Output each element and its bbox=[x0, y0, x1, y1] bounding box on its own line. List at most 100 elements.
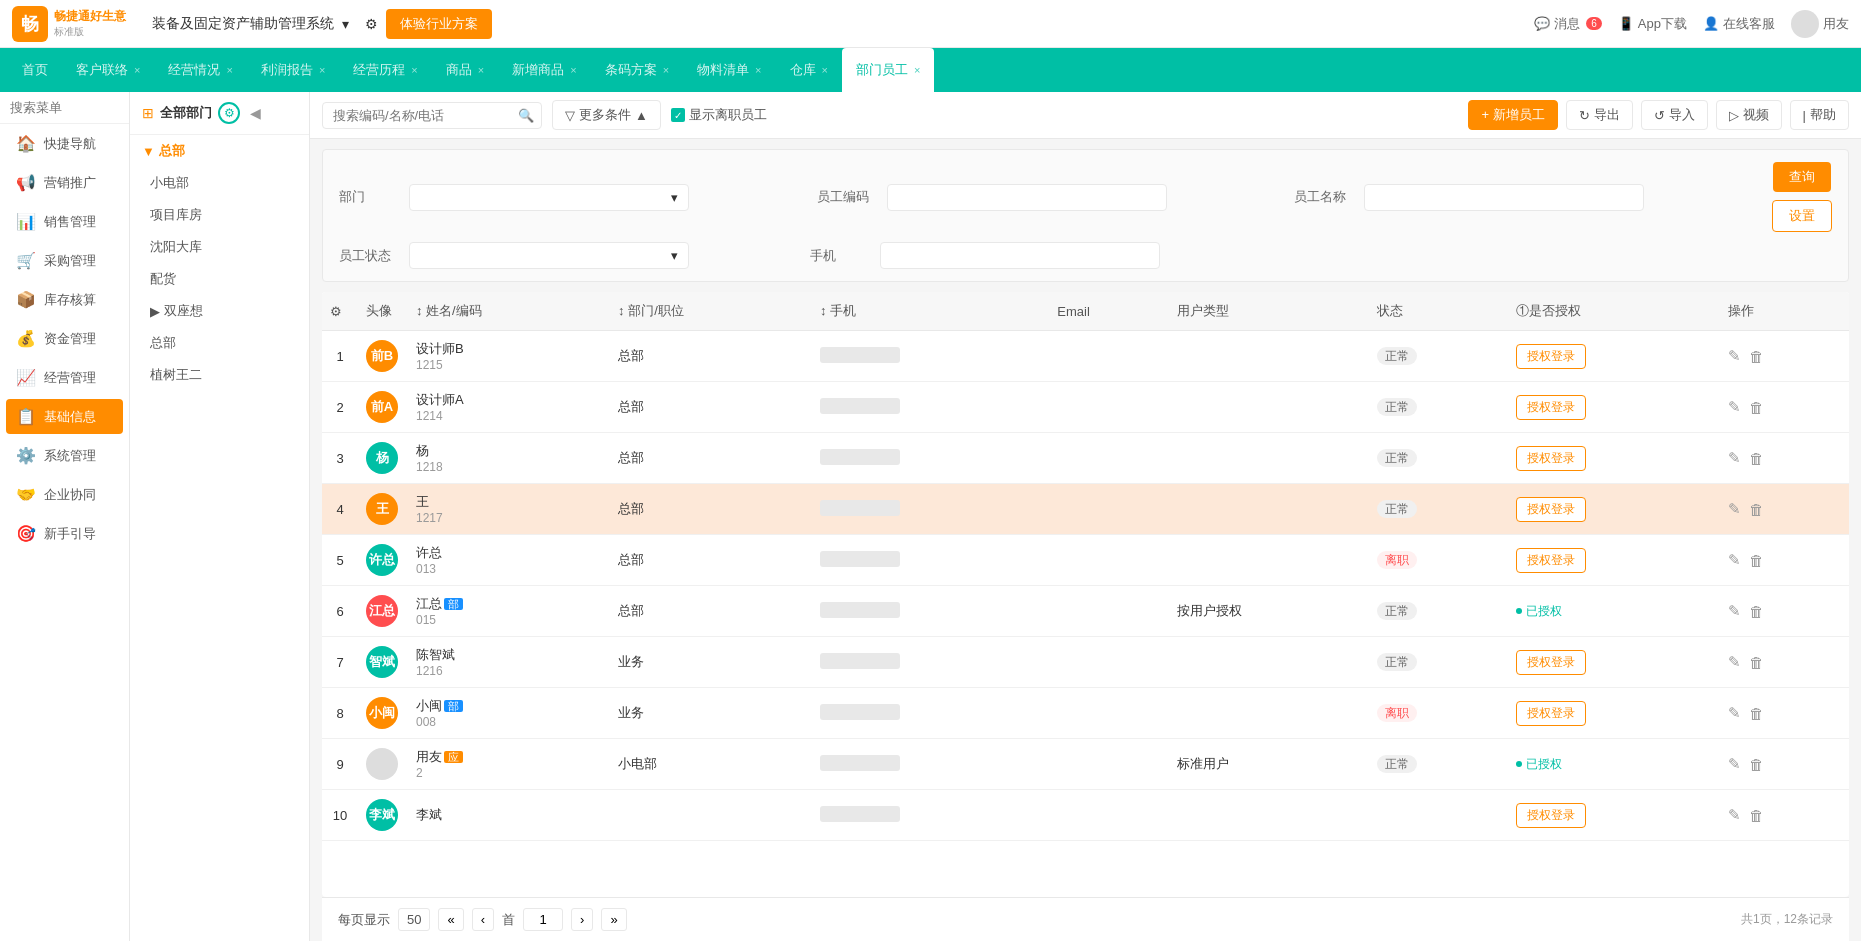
online-service-item[interactable]: 👤 在线客服 bbox=[1703, 15, 1775, 33]
tree-item-zhishu[interactable]: 植树王二 bbox=[130, 359, 309, 391]
page-number-input[interactable] bbox=[523, 908, 563, 931]
tab-products[interactable]: 商品 × bbox=[432, 48, 498, 92]
tab-profit[interactable]: 利润报告 × bbox=[247, 48, 339, 92]
tab-home[interactable]: 首页 bbox=[8, 48, 62, 92]
auth-login-btn[interactable]: 授权登录 bbox=[1516, 803, 1586, 828]
tab-close-icon[interactable]: × bbox=[755, 64, 761, 76]
auth-login-btn[interactable]: 授权登录 bbox=[1516, 548, 1586, 573]
sidebar-item-sales[interactable]: 📊销售管理 bbox=[0, 202, 129, 241]
tab-history[interactable]: 经营历程 × bbox=[339, 48, 431, 92]
show-resigned-label[interactable]: ✓ 显示离职员工 bbox=[671, 106, 767, 124]
prev-page-btn[interactable]: ‹ bbox=[472, 908, 494, 931]
delete-icon[interactable]: 🗑 bbox=[1749, 654, 1764, 671]
tree-item-headquarters-parent[interactable]: ▼ 总部 bbox=[130, 135, 309, 167]
tab-bom[interactable]: 物料清单 × bbox=[683, 48, 775, 92]
filter-emp-name-input[interactable] bbox=[1364, 184, 1644, 211]
title-dropdown-icon[interactable]: ▾ bbox=[342, 16, 349, 32]
search-input[interactable] bbox=[322, 102, 542, 129]
edit-icon[interactable]: ✎ bbox=[1728, 347, 1741, 365]
sidebar-item-purchase[interactable]: 🛒采购管理 bbox=[0, 241, 129, 280]
filter-dept-select[interactable]: ▾ bbox=[409, 184, 689, 211]
trial-button[interactable]: 体验行业方案 bbox=[386, 9, 492, 39]
next-page-btn[interactable]: › bbox=[571, 908, 593, 931]
import-btn[interactable]: ↺ 导入 bbox=[1641, 100, 1708, 130]
tree-item-shenyang[interactable]: 沈阳大库 bbox=[130, 231, 309, 263]
tab-close-icon[interactable]: × bbox=[478, 64, 484, 76]
help-btn[interactable]: | 帮助 bbox=[1790, 100, 1849, 130]
col-name[interactable]: ↕ 姓名/编码 bbox=[408, 292, 610, 331]
sidebar-item-basic[interactable]: 📋基础信息 bbox=[6, 399, 123, 434]
tab-customer[interactable]: 客户联络 × bbox=[62, 48, 154, 92]
delete-icon[interactable]: 🗑 bbox=[1749, 552, 1764, 569]
delete-icon[interactable]: 🗑 bbox=[1749, 603, 1764, 620]
view-btn[interactable]: ▷ 视频 bbox=[1716, 100, 1782, 130]
auth-login-btn[interactable]: 授权登录 bbox=[1516, 701, 1586, 726]
sidebar-item-guide[interactable]: 🎯新手引导 bbox=[0, 514, 129, 553]
col-phone[interactable]: ↕ 手机 bbox=[812, 292, 1049, 331]
tab-close-icon[interactable]: × bbox=[822, 64, 828, 76]
settings-icon[interactable]: ⚙ bbox=[365, 16, 378, 32]
edit-icon[interactable]: ✎ bbox=[1728, 602, 1741, 620]
delete-icon[interactable]: 🗑 bbox=[1749, 450, 1764, 467]
auth-login-btn[interactable]: 授权登录 bbox=[1516, 650, 1586, 675]
show-resigned-checkbox[interactable]: ✓ bbox=[671, 108, 685, 122]
first-page-btn[interactable]: « bbox=[438, 908, 463, 931]
sidebar-item-system[interactable]: ⚙️系统管理 bbox=[0, 436, 129, 475]
tab-close-icon[interactable]: × bbox=[914, 64, 920, 76]
tab-new-product[interactable]: 新增商品 × bbox=[498, 48, 590, 92]
sidebar-item-nav[interactable]: 🏠快捷导航 bbox=[0, 124, 129, 163]
message-item[interactable]: 💬 消息 6 bbox=[1534, 15, 1602, 33]
filter-status-select[interactable]: ▾ bbox=[409, 242, 689, 269]
auth-login-btn[interactable]: 授权登录 bbox=[1516, 395, 1586, 420]
auth-login-btn[interactable]: 授权登录 bbox=[1516, 446, 1586, 471]
tab-barcode[interactable]: 条码方案 × bbox=[591, 48, 683, 92]
col-dept[interactable]: ↕ 部门/职位 bbox=[610, 292, 812, 331]
tab-close-icon[interactable]: × bbox=[319, 64, 325, 76]
auth-login-btn[interactable]: 授权登录 bbox=[1516, 344, 1586, 369]
sidebar-item-inventory[interactable]: 📦库存核算 bbox=[0, 280, 129, 319]
filter-emp-code-input[interactable] bbox=[887, 184, 1167, 211]
tab-employees[interactable]: 部门员工 × bbox=[842, 48, 934, 92]
tab-close-icon[interactable]: × bbox=[134, 64, 140, 76]
edit-icon[interactable]: ✎ bbox=[1728, 551, 1741, 569]
panel-collapse-icon[interactable]: ◀ bbox=[250, 105, 261, 121]
query-btn[interactable]: 查询 bbox=[1773, 162, 1831, 192]
edit-icon[interactable]: ✎ bbox=[1728, 755, 1741, 773]
tab-close-icon[interactable]: × bbox=[411, 64, 417, 76]
tab-close-icon[interactable]: × bbox=[570, 64, 576, 76]
edit-icon[interactable]: ✎ bbox=[1728, 653, 1741, 671]
tab-warehouse[interactable]: 仓库 × bbox=[776, 48, 842, 92]
tab-close-icon[interactable]: × bbox=[226, 64, 232, 76]
last-page-btn[interactable]: » bbox=[601, 908, 626, 931]
tab-close-icon[interactable]: × bbox=[663, 64, 669, 76]
sidebar-item-marketing[interactable]: 📢营销推广 bbox=[0, 163, 129, 202]
tree-item-shuangzuo[interactable]: ▶ 双座想 bbox=[130, 295, 309, 327]
delete-icon[interactable]: 🗑 bbox=[1749, 399, 1764, 416]
page-size-value[interactable]: 50 bbox=[398, 908, 430, 931]
delete-icon[interactable]: 🗑 bbox=[1749, 756, 1764, 773]
edit-icon[interactable]: ✎ bbox=[1728, 500, 1741, 518]
delete-icon[interactable]: 🗑 bbox=[1749, 705, 1764, 722]
edit-icon[interactable]: ✎ bbox=[1728, 704, 1741, 722]
tree-item-project[interactable]: 项目库房 bbox=[130, 199, 309, 231]
delete-icon[interactable]: 🗑 bbox=[1749, 348, 1764, 365]
tree-item-hq[interactable]: 总部 bbox=[130, 327, 309, 359]
edit-icon[interactable]: ✎ bbox=[1728, 398, 1741, 416]
tree-item-small-elec[interactable]: 小电部 bbox=[130, 167, 309, 199]
filter-phone-input[interactable] bbox=[880, 242, 1160, 269]
sidebar-search-input[interactable] bbox=[10, 100, 130, 115]
sidebar-item-business[interactable]: 📈经营管理 bbox=[0, 358, 129, 397]
user-item[interactable]: 用友 bbox=[1791, 10, 1849, 38]
delete-icon[interactable]: 🗑 bbox=[1749, 501, 1764, 518]
more-conditions-btn[interactable]: ▽ 更多条件 ▲ bbox=[552, 100, 661, 130]
col-settings-icon[interactable]: ⚙ bbox=[330, 304, 342, 319]
set-btn[interactable]: 设置 bbox=[1772, 200, 1832, 232]
tree-item-delivery[interactable]: 配货 bbox=[130, 263, 309, 295]
export-btn[interactable]: ↻ 导出 bbox=[1566, 100, 1633, 130]
edit-icon[interactable]: ✎ bbox=[1728, 806, 1741, 824]
sidebar-item-collab[interactable]: 🤝企业协同 bbox=[0, 475, 129, 514]
dept-settings-icon[interactable]: ⚙ bbox=[218, 102, 240, 124]
tab-operation[interactable]: 经营情况 × bbox=[154, 48, 246, 92]
app-download-item[interactable]: 📱 App下载 bbox=[1618, 15, 1687, 33]
sidebar-item-finance[interactable]: 💰资金管理 bbox=[0, 319, 129, 358]
